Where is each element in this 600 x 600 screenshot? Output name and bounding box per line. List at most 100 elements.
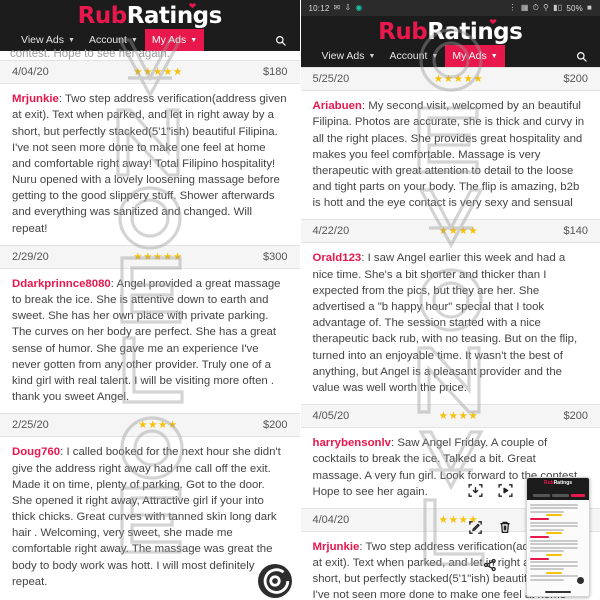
review-price: $140: [563, 225, 588, 238]
review-username[interactable]: Ddarkprinnce8080: [12, 278, 111, 290]
right-panel: 10:12 ✉ ⇩ ◉ ⋮ ▦ ⏱ ⚲ ▮▯ 50% ■ ❤ RubRating…: [299, 0, 600, 600]
review-price: $200: [262, 419, 288, 432]
review-date: 2/25/20: [12, 419, 49, 432]
review-meta-row: 4/05/20 ★★★★ $200: [300, 404, 600, 429]
nav-item-view-ads[interactable]: View Ads ▼: [14, 29, 82, 51]
review-username[interactable]: Mrjunkie: [12, 93, 59, 105]
thumbnail-line: [530, 575, 578, 578]
review-date: 4/04/20: [312, 513, 350, 526]
review-meta-row: 2/25/20 ★★★★ $200: [0, 413, 300, 438]
nav-item-view-ads[interactable]: View Ads ▼: [315, 45, 383, 67]
nav-label: View Ads: [21, 34, 64, 47]
chevron-down-icon: ▼: [190, 36, 198, 44]
logo-rub: Rub: [378, 19, 428, 45]
thumbnail-fab-icon: [577, 577, 584, 584]
screenshot-thumbnail-preview[interactable]: RubRatings: [526, 477, 590, 597]
review-price: $200: [563, 73, 588, 86]
left-review-list: contest. Hope to see her again. 4/04/20 …: [0, 49, 300, 598]
search-button[interactable]: [568, 45, 594, 67]
screenshot-preview-overlay: RubRatings: [455, 474, 600, 600]
vibrate-icon: ⋮: [508, 3, 517, 12]
left-app-header: ❤ RubRatings View Ads ▼ Account ▼ My Ads…: [0, 0, 300, 52]
review-body: Doug760: I called booked for the next ho…: [0, 437, 300, 598]
logo-rub: Rub: [77, 3, 128, 29]
nav-item-account[interactable]: Account ▼: [82, 29, 145, 51]
status-bar-right: ⋮ ▦ ⏱ ⚲ ▮▯ 50% ■: [509, 4, 592, 13]
search-icon: [276, 35, 286, 46]
share-button[interactable]: [482, 557, 498, 573]
search-button[interactable]: [268, 29, 294, 51]
battery-percent: 50%: [566, 3, 583, 13]
review-body: Mrjunkie: Two step address verification(…: [0, 84, 300, 245]
review-date: 4/04/20: [12, 66, 49, 79]
review-meta-row: 4/22/20 ★★★★ $140: [300, 219, 600, 244]
heart-icon: ❤: [489, 18, 497, 28]
nav-item-account[interactable]: Account ▼: [382, 45, 445, 67]
nav-label: View Ads: [321, 50, 365, 63]
thumbnail-logo: RubRatings: [543, 480, 573, 486]
scroll-capture-button[interactable]: [467, 482, 484, 499]
review-body: Ariabuen: My second visit, welcomed by a…: [301, 91, 600, 219]
logo-ratings: Ratings: [126, 3, 223, 29]
battery-icon: ■: [586, 3, 592, 12]
review-meta-row: 4/04/20 ★★★★★ $180: [0, 60, 300, 85]
delete-button[interactable]: [497, 519, 513, 535]
review-price: $200: [563, 410, 588, 423]
android-status-bar: 10:12 ✉ ⇩ ◉ ⋮ ▦ ⏱ ⚲ ▮▯ 50% ■: [300, 0, 600, 16]
rating-stars: ★★★★: [438, 225, 479, 238]
status-clock: 10:12: [308, 3, 330, 13]
review-date: 5/25/20: [312, 73, 350, 86]
right-nav-bar: View Ads ▼ Account ▼ My Ads ▼: [301, 45, 600, 68]
scroll-capture-icon: [468, 484, 483, 497]
thumbnail-stars-line: [546, 514, 562, 517]
nav-label: My Ads: [452, 50, 487, 63]
review-text: : My second visit, welcomed by an beauti…: [312, 100, 585, 210]
rating-stars: ★★★★★: [433, 73, 484, 86]
chevron-down-icon: ▼: [431, 52, 439, 60]
nav-item-my-ads[interactable]: My Ads ▼: [144, 29, 205, 52]
chat-fab-button[interactable]: [257, 564, 292, 598]
review-text: : Angel provided a great massage to brea…: [12, 277, 281, 404]
rating-stars: ★★★★: [438, 410, 479, 423]
thumbnail-line: [530, 525, 578, 528]
edit-button[interactable]: [467, 519, 484, 536]
thumbnail-nav-segment: [552, 493, 569, 497]
thumbnail-line: [530, 564, 578, 567]
thumbnail-line: [530, 510, 564, 513]
thumbnail-username-line: [530, 535, 550, 538]
thumbnail-line: [530, 550, 564, 553]
review-username[interactable]: Mrjunkie: [313, 541, 360, 553]
review-meta-row: 2/29/20 ★★★★★ $300: [0, 244, 300, 269]
thumbnail-stars-line: [546, 553, 562, 556]
review-username[interactable]: Ariabuen: [313, 100, 362, 112]
review-body: Ddarkprinnce8080: Angel provided a great…: [0, 269, 300, 414]
chevron-down-icon: ▼: [368, 52, 376, 60]
review-price: $180: [262, 66, 288, 79]
nav-label: Account: [389, 50, 428, 63]
signal-icon: ▮▯: [553, 3, 563, 12]
left-panel: ❤ RubRatings View Ads ▼ Account ▼ My Ads…: [0, 0, 300, 600]
chat-bubble-icon: [263, 568, 289, 594]
chevron-down-icon: ▼: [490, 52, 498, 60]
review-username[interactable]: Doug760: [12, 446, 60, 458]
play-capture-button[interactable]: [497, 482, 514, 499]
screenshot-tool-icons: [455, 474, 527, 600]
nav-label: Account: [88, 34, 127, 47]
review-text: : Two step address verification(address …: [12, 93, 287, 235]
thumbnail-nav-segment: [533, 493, 550, 497]
thumbnail-body: [527, 500, 589, 585]
nav-item-my-ads[interactable]: My Ads ▼: [445, 45, 505, 68]
review-username[interactable]: Orald123: [313, 252, 362, 264]
review-username[interactable]: harrybensonlv: [313, 437, 392, 449]
thumbnail-stars-line: [546, 571, 562, 574]
thumbnail-username-line: [530, 517, 550, 520]
thumbnail-line: [530, 503, 578, 506]
thumbnail-app-header: RubRatings: [527, 478, 589, 500]
thumbnail-line: [530, 521, 578, 524]
review-date: 4/22/20: [312, 225, 350, 238]
app-logo[interactable]: ❤ RubRatings: [301, 16, 600, 45]
chevron-down-icon: ▼: [130, 36, 138, 44]
review-text: : I saw Angel earlier this week and had …: [312, 252, 578, 394]
app-logo[interactable]: ❤ RubRatings: [0, 0, 300, 29]
thumbnail-username-line: [530, 557, 550, 560]
